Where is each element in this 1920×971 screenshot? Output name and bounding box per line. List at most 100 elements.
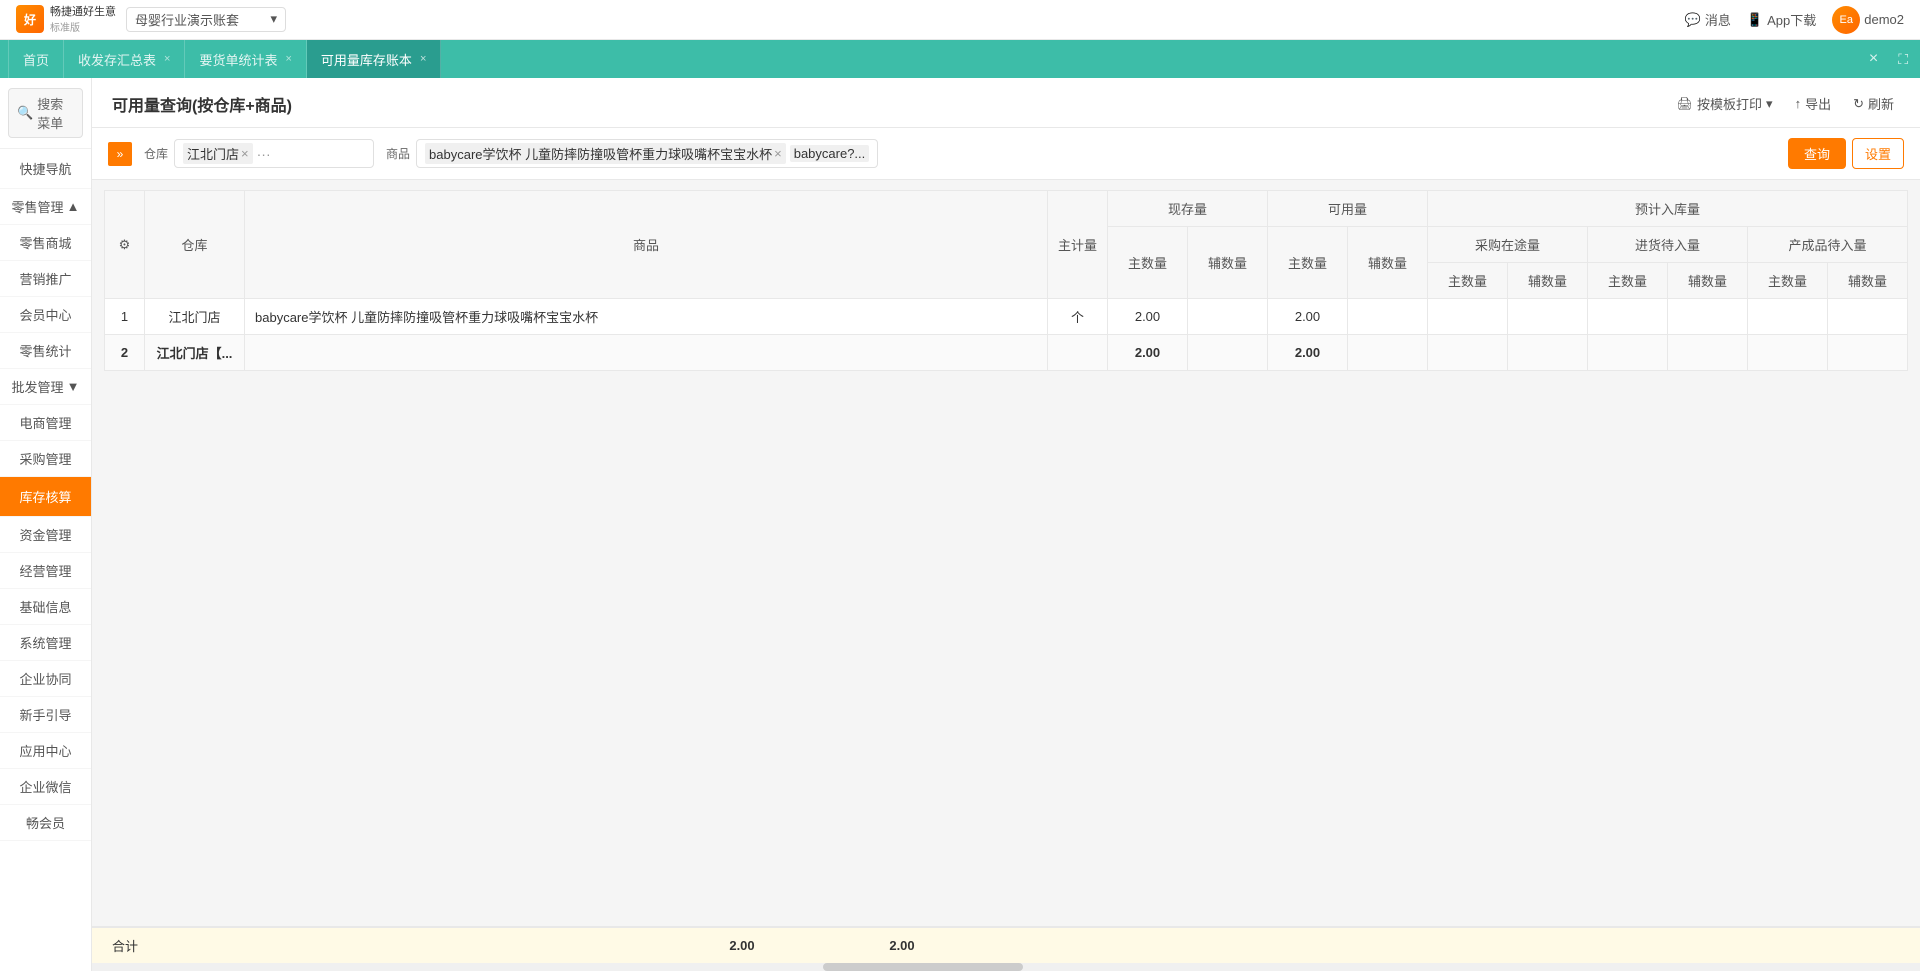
sidebar-wechat-label: 企业微信: [19, 780, 71, 795]
cell-production-aux-2: [1828, 335, 1908, 371]
footer-stock-total: 2.00: [702, 938, 782, 953]
scrollbar-thumb[interactable]: [823, 963, 1023, 971]
sidebar-item-wholesale[interactable]: 批发管理 ▼: [0, 369, 91, 405]
sidebar-ecommerce-label: 电商管理: [19, 416, 71, 431]
sidebar-item-quick-nav[interactable]: 快捷导航: [0, 149, 91, 189]
close-icon-order-stats[interactable]: ×: [285, 53, 291, 65]
nav-tabs: 首页 收发存汇总表 × 要货单统计表 × 可用量库存账本 × × ⛶: [0, 40, 1920, 78]
cell-incoming-aux-2: [1668, 335, 1748, 371]
tab-available-stock[interactable]: 可用量库存账本 ×: [307, 40, 441, 78]
user-action[interactable]: Ea demo2: [1832, 6, 1904, 34]
sidebar-item-inventory[interactable]: 库存核算: [0, 477, 91, 517]
th-incoming-pending: 进货待入量: [1588, 227, 1748, 263]
sidebar-item-retail-mgmt[interactable]: 零售管理 ▲: [0, 189, 91, 225]
sidebar-item-member[interactable]: 会员中心: [0, 297, 91, 333]
table-row: 1 江北门店 babycare学饮杯 儿童防摔防撞吸管杯重力球吸嘴杯宝宝水杯 个…: [105, 299, 1908, 335]
cell-stock-main-2: 2.00: [1108, 335, 1188, 371]
cell-avail-main-2: 2.00: [1268, 335, 1348, 371]
product-tag-1: babycare学饮杯 儿童防摔防撞吸管杯重力球吸嘴杯宝宝水杯 ×: [425, 143, 786, 164]
avatar: Ea: [1832, 6, 1860, 34]
top-bar: 好 畅捷通好生意 标准版 母婴行业演示账套 ▾ 💬 消息 📱 App下载 Ea …: [0, 0, 1920, 40]
th-warehouse: 仓库: [145, 191, 245, 299]
print-arrow-icon: ▾: [1766, 96, 1773, 112]
cell-unit-1: 个: [1047, 299, 1107, 335]
sidebar-item-collab[interactable]: 企业协同: [0, 661, 91, 697]
refresh-button[interactable]: ↻ 刷新: [1847, 90, 1900, 117]
account-label: 母婴行业演示账套: [135, 10, 239, 29]
page-header: 可用量查询(按仓库+商品) 🖨 按模板打印 ▾ ↑ 导出 ↻ 刷新: [92, 78, 1920, 128]
message-icon: 💬: [1685, 12, 1701, 28]
export-button[interactable]: ↑ 导出: [1789, 90, 1838, 117]
th-production-pending: 产成品待入量: [1748, 227, 1908, 263]
main-layout: 🔍 搜索菜单 快捷导航 零售管理 ▲ 零售商城 营销推广 会员中心 零售统计 批…: [0, 78, 1920, 971]
cell-incoming-aux-1: [1668, 299, 1748, 335]
sidebar-item-system[interactable]: 系统管理: [0, 625, 91, 661]
refresh-label: 刷新: [1868, 94, 1894, 113]
th-current-stock: 现存量: [1108, 191, 1268, 227]
th-purchase-main: 主数量: [1428, 263, 1508, 299]
tab-home[interactable]: 首页: [8, 40, 64, 78]
cell-production-main-1: [1748, 299, 1828, 335]
warehouse-tag-close[interactable]: ×: [241, 146, 249, 161]
settings-icon: ⚙: [119, 237, 131, 252]
sidebar-ops-label: 经营管理: [19, 564, 71, 579]
export-icon: ↑: [1795, 96, 1802, 111]
th-goods: 商品: [245, 191, 1048, 299]
sidebar-finance-label: 资金管理: [19, 528, 71, 543]
sidebar-item-wechat[interactable]: 企业微信: [0, 769, 91, 805]
sidebar-item-retail-store[interactable]: 零售商城: [0, 225, 91, 261]
footer-label: 合计: [102, 936, 302, 955]
th-main-unit: 主计量: [1047, 191, 1107, 299]
sidebar-retail-store-label: 零售商城: [19, 236, 71, 251]
filter-area: » 仓库 江北门店 × ··· 商品 babycare学饮杯 儿童防摔防撞吸管杯…: [92, 128, 1920, 180]
warehouse-filter-dots[interactable]: ···: [257, 146, 271, 162]
sidebar-item-newguide[interactable]: 新手引导: [0, 697, 91, 733]
sidebar-item-retail-stats[interactable]: 零售统计: [0, 333, 91, 369]
message-action[interactable]: 💬 消息: [1685, 10, 1731, 29]
sidebar-item-vip[interactable]: 畅会员: [0, 805, 91, 841]
th-settings[interactable]: ⚙: [105, 191, 145, 299]
sidebar-item-basic[interactable]: 基础信息: [0, 589, 91, 625]
logo-text: 畅捷通好生意: [50, 5, 116, 19]
search-menu-label: 搜索菜单: [37, 94, 74, 132]
th-forecast-incoming: 预计入库量: [1428, 191, 1908, 227]
warehouse-filter-label: 仓库: [144, 145, 168, 162]
tab-order-stats[interactable]: 要货单统计表 ×: [185, 40, 306, 78]
print-button[interactable]: 🖨 按模板打印 ▾: [1671, 90, 1779, 117]
chevron-icon-retail: ▲: [67, 199, 80, 214]
app-download-action[interactable]: 📱 App下载: [1747, 10, 1816, 29]
sidebar-item-finance[interactable]: 资金管理: [0, 517, 91, 553]
close-icon-available-stock[interactable]: ×: [420, 53, 426, 65]
nav-close-all-button[interactable]: ×: [1861, 50, 1886, 68]
cell-unit-2: [1047, 335, 1107, 371]
th-purchase-in-transit: 采购在途量: [1428, 227, 1588, 263]
warehouse-tag-text: 江北门店: [187, 144, 239, 163]
query-button[interactable]: 查询: [1788, 138, 1846, 169]
sidebar-item-marketing[interactable]: 营销推广: [0, 261, 91, 297]
page-header-actions: 🖨 按模板打印 ▾ ↑ 导出 ↻ 刷新: [1671, 90, 1901, 117]
warehouse-filter-tags[interactable]: 江北门店 × ···: [174, 139, 374, 168]
cell-warehouse-1: 江北门店: [145, 299, 245, 335]
tab-receive-pay[interactable]: 收发存汇总表 ×: [64, 40, 185, 78]
page-title: 可用量查询(按仓库+商品): [112, 92, 292, 116]
sidebar-item-purchase[interactable]: 采购管理: [0, 441, 91, 477]
sidebar-item-ops[interactable]: 经营管理: [0, 553, 91, 589]
nav-expand-button[interactable]: ⛶: [1894, 51, 1912, 68]
th-production-main: 主数量: [1748, 263, 1828, 299]
search-menu-button[interactable]: 🔍 搜索菜单: [8, 88, 83, 138]
settings-button[interactable]: 设置: [1852, 138, 1904, 169]
product-filter-tags[interactable]: babycare学饮杯 儿童防摔防撞吸管杯重力球吸嘴杯宝宝水杯 × babyca…: [416, 139, 878, 168]
app-download-label: App下载: [1767, 10, 1816, 29]
cell-stock-main-1: 2.00: [1108, 299, 1188, 335]
horizontal-scrollbar[interactable]: [92, 963, 1920, 971]
filter-expand-button[interactable]: »: [108, 142, 132, 166]
cell-purchase-main-1: [1428, 299, 1508, 335]
sidebar-item-ecommerce[interactable]: 电商管理: [0, 405, 91, 441]
product-tag-1-close[interactable]: ×: [774, 146, 782, 161]
cell-incoming-main-1: [1588, 299, 1668, 335]
th-incoming-aux: 辅数量: [1668, 263, 1748, 299]
sidebar-item-appcenter[interactable]: 应用中心: [0, 733, 91, 769]
account-selector[interactable]: 母婴行业演示账套 ▾: [126, 7, 286, 32]
cell-avail-main-1: 2.00: [1268, 299, 1348, 335]
close-icon-receive-pay[interactable]: ×: [164, 53, 170, 65]
